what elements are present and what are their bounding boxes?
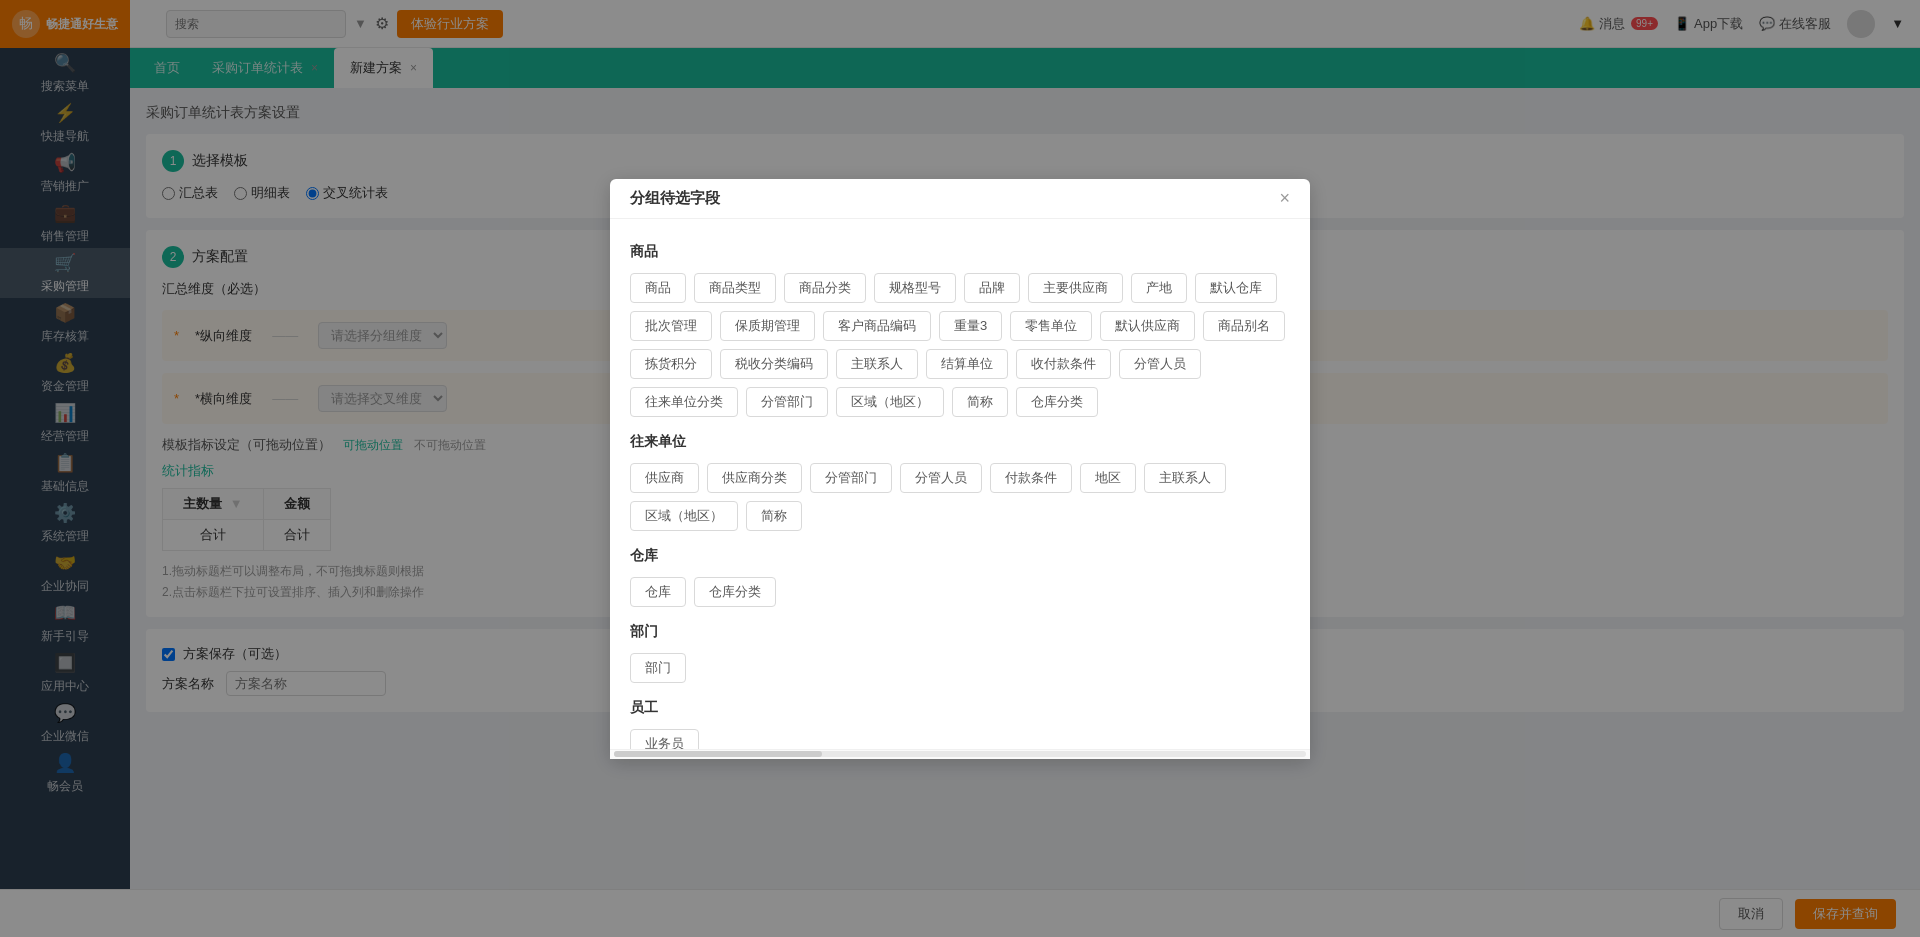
field-tag-partner-1[interactable]: 供应商分类 xyxy=(707,463,802,493)
modal-title: 分组待选字段 xyxy=(630,189,720,208)
field-tag-goods-3[interactable]: 规格型号 xyxy=(874,273,956,303)
fields-grid-partner: 供应商供应商分类分管部门分管人员付款条件地区主联系人区域（地区） 简称 xyxy=(630,463,1290,531)
modal-close-button[interactable]: × xyxy=(1279,188,1290,209)
modal-hscroll[interactable] xyxy=(610,749,1310,758)
section-title-department: 部门 xyxy=(630,623,1290,641)
field-tag-partner-2[interactable]: 分管部门 xyxy=(810,463,892,493)
field-tag-partner-5[interactable]: 地区 xyxy=(1080,463,1136,493)
modal-header: 分组待选字段 × xyxy=(610,179,1310,219)
field-tag-goods-0[interactable]: 商品 xyxy=(630,273,686,303)
fields-grid-goods: 商品商品类型商品分类规格型号品牌主要供应商产地默认仓库批次管理保质期管理客户商品… xyxy=(630,273,1290,417)
field-tag-partner-7[interactable]: 区域（地区） xyxy=(630,501,738,531)
section-title-warehouse: 仓库 xyxy=(630,547,1290,565)
fields-grid-department: 部门 xyxy=(630,653,1290,683)
field-tag-goods-9[interactable]: 保质期管理 xyxy=(720,311,815,341)
field-tag-goods-10[interactable]: 客户商品编码 xyxy=(823,311,931,341)
field-tag-goods-11[interactable]: 重量3 xyxy=(939,311,1002,341)
field-tag-goods-20[interactable]: 分管人员 xyxy=(1119,349,1201,379)
field-tag-partner-3[interactable]: 分管人员 xyxy=(900,463,982,493)
fields-grid-warehouse: 仓库仓库分类 xyxy=(630,577,1290,607)
field-tag-goods-6[interactable]: 产地 xyxy=(1131,273,1187,303)
field-tag-goods-13[interactable]: 默认供应商 xyxy=(1100,311,1195,341)
field-tag-goods-21[interactable]: 往来单位分类 xyxy=(630,387,738,417)
field-tag-department-0[interactable]: 部门 xyxy=(630,653,686,683)
field-tag-warehouse-0[interactable]: 仓库 xyxy=(630,577,686,607)
field-tag-warehouse-1[interactable]: 仓库分类 xyxy=(694,577,776,607)
field-tag-goods-24[interactable]: 简称 xyxy=(952,387,1008,417)
field-tag-goods-14[interactable]: 商品别名 xyxy=(1203,311,1285,341)
field-tag-goods-16[interactable]: 税收分类编码 xyxy=(720,349,828,379)
field-tag-goods-22[interactable]: 分管部门 xyxy=(746,387,828,417)
fields-grid-staff: 业务员 xyxy=(630,729,1290,749)
field-tag-goods-2[interactable]: 商品分类 xyxy=(784,273,866,303)
modal: 分组待选字段 × 商品商品商品类型商品分类规格型号品牌主要供应商产地默认仓库批次… xyxy=(610,179,1310,759)
section-title-goods: 商品 xyxy=(630,243,1290,261)
hscroll-track xyxy=(614,751,1306,757)
field-tag-partner-6[interactable]: 主联系人 xyxy=(1144,463,1226,493)
field-tag-goods-1[interactable]: 商品类型 xyxy=(694,273,776,303)
field-tag-goods-5[interactable]: 主要供应商 xyxy=(1028,273,1123,303)
field-tag-goods-23[interactable]: 区域（地区） xyxy=(836,387,944,417)
modal-body: 商品商品商品类型商品分类规格型号品牌主要供应商产地默认仓库批次管理保质期管理客户… xyxy=(610,219,1310,749)
section-title-partner: 往来单位 xyxy=(630,433,1290,451)
field-tag-goods-17[interactable]: 主联系人 xyxy=(836,349,918,379)
field-tag-goods-18[interactable]: 结算单位 xyxy=(926,349,1008,379)
field-tag-partner-8[interactable]: 简称 xyxy=(746,501,802,531)
section-title-staff: 员工 xyxy=(630,699,1290,717)
field-tag-goods-12[interactable]: 零售单位 xyxy=(1010,311,1092,341)
field-tag-goods-4[interactable]: 品牌 xyxy=(964,273,1020,303)
field-tag-goods-19[interactable]: 收付款条件 xyxy=(1016,349,1111,379)
field-tag-goods-7[interactable]: 默认仓库 xyxy=(1195,273,1277,303)
field-tag-goods-8[interactable]: 批次管理 xyxy=(630,311,712,341)
field-tag-goods-25[interactable]: 仓库分类 xyxy=(1016,387,1098,417)
modal-overlay: 分组待选字段 × 商品商品商品类型商品分类规格型号品牌主要供应商产地默认仓库批次… xyxy=(0,0,1920,937)
field-tag-partner-4[interactable]: 付款条件 xyxy=(990,463,1072,493)
field-tag-staff-0[interactable]: 业务员 xyxy=(630,729,699,749)
field-tag-goods-15[interactable]: 拣货积分 xyxy=(630,349,712,379)
field-tag-partner-0[interactable]: 供应商 xyxy=(630,463,699,493)
hscroll-thumb xyxy=(614,751,822,757)
